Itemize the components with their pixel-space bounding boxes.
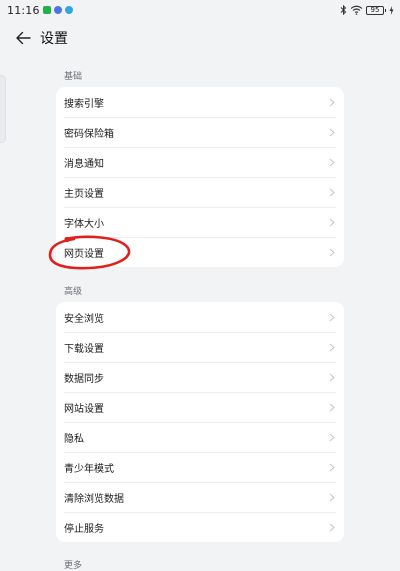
chevron-right-icon <box>328 342 336 352</box>
chevron-right-icon <box>328 247 336 257</box>
status-bar: 11:16 95 <box>0 0 400 20</box>
chevron-right-icon <box>328 462 336 472</box>
settings-item-label: 清除浏览数据 <box>64 493 124 505</box>
chevron-right-icon <box>328 217 336 227</box>
settings-item-label: 安全浏览 <box>64 313 104 325</box>
arrow-left-icon <box>16 31 31 45</box>
battery-level: 95 <box>366 5 384 15</box>
chevron-right-icon <box>328 187 336 197</box>
status-left: 11:16 <box>7 4 73 17</box>
section-label-advanced: 高级 <box>64 287 83 297</box>
section-label-basic: 基础 <box>64 72 83 82</box>
settings-card-basic: 搜索引擎 密码保险箱 消息通知 主页设置 字体大小 网页设置 <box>56 87 344 267</box>
settings-item-label: 网页设置 <box>64 248 104 260</box>
status-time: 11:16 <box>7 3 40 17</box>
back-button[interactable] <box>8 23 38 53</box>
chevron-right-icon <box>328 492 336 502</box>
settings-item-downloads[interactable]: 下载设置 <box>56 332 344 362</box>
settings-item-label: 下载设置 <box>64 343 104 355</box>
chevron-right-icon <box>328 432 336 442</box>
settings-item-stop-service[interactable]: 停止服务 <box>56 512 344 542</box>
settings-item-label: 密码保险箱 <box>64 128 114 140</box>
side-panel-handle[interactable] <box>0 75 6 143</box>
chevron-right-icon <box>328 312 336 322</box>
chevron-right-icon <box>328 402 336 412</box>
chevron-right-icon <box>328 522 336 532</box>
settings-item-label: 主页设置 <box>64 188 104 200</box>
chevron-right-icon <box>328 372 336 382</box>
settings-item-font-size[interactable]: 字体大小 <box>56 207 344 237</box>
settings-item-label: 数据同步 <box>64 373 104 385</box>
settings-item-password-vault[interactable]: 密码保险箱 <box>56 117 344 147</box>
browser-notification-icon <box>64 6 73 14</box>
settings-item-label: 消息通知 <box>64 158 104 170</box>
settings-item-label: 停止服务 <box>64 523 104 535</box>
settings-item-label: 网站设置 <box>64 403 104 415</box>
settings-item-label: 隐私 <box>64 433 84 445</box>
chevron-right-icon <box>328 157 336 167</box>
bluetooth-icon <box>340 5 347 15</box>
settings-item-notifications[interactable]: 消息通知 <box>56 147 344 177</box>
settings-item-teen-mode[interactable]: 青少年模式 <box>56 452 344 482</box>
settings-item-label: 字体大小 <box>64 218 104 230</box>
page-title: 设置 <box>40 31 68 47</box>
settings-card-advanced: 安全浏览 下载设置 数据同步 网站设置 隐私 青少年模式 清除浏览数据 停止服务 <box>56 302 344 542</box>
settings-item-safe-browsing[interactable]: 安全浏览 <box>56 302 344 332</box>
settings-item-site-settings[interactable]: 网站设置 <box>56 392 344 422</box>
settings-item-label: 青少年模式 <box>64 463 114 475</box>
settings-item-clear-browsing-data[interactable]: 清除浏览数据 <box>56 482 344 512</box>
settings-item-homepage[interactable]: 主页设置 <box>56 177 344 207</box>
section-label-more: 更多 <box>64 561 83 571</box>
settings-item-search-engine[interactable]: 搜索引擎 <box>56 87 344 117</box>
chevron-right-icon <box>328 97 336 107</box>
app-notification-icon <box>53 6 62 14</box>
wifi-icon <box>350 5 363 15</box>
header: 设置 <box>0 22 400 54</box>
settings-item-privacy[interactable]: 隐私 <box>56 422 344 452</box>
settings-item-data-sync[interactable]: 数据同步 <box>56 362 344 392</box>
chevron-right-icon <box>328 127 336 137</box>
settings-item-label: 搜索引擎 <box>64 98 104 110</box>
wechat-notification-icon <box>42 6 51 14</box>
settings-item-webpage[interactable]: 网页设置 <box>56 237 344 267</box>
status-right: 95 <box>340 5 394 15</box>
battery-icon: 95 <box>366 5 386 15</box>
charging-icon <box>389 5 394 15</box>
